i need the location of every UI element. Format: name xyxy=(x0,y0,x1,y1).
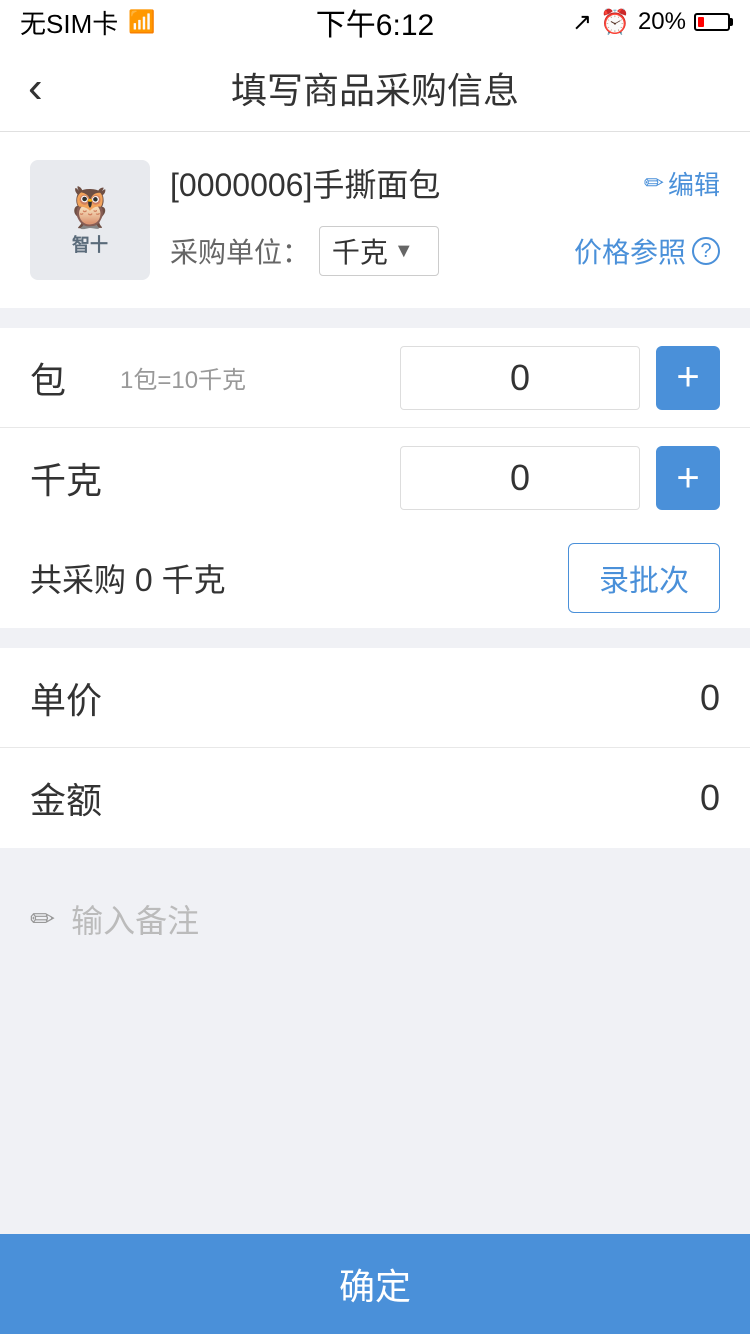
kg-input-row: 千克 0 + xyxy=(0,428,750,528)
product-full-name: [0000006]手撕面包 xyxy=(170,160,440,206)
amount-row: 金额 0 xyxy=(0,748,750,848)
status-bar-time: 下午6:12 xyxy=(316,0,434,44)
status-bar: 无SIM卡 📶 下午6:12 ↗ ⏰ 20% xyxy=(0,0,750,44)
page-title: 填写商品采购信息 xyxy=(231,62,519,114)
total-text-group: 共采购 0 千克 xyxy=(30,555,226,601)
battery-pct: 20% xyxy=(638,8,686,36)
kg-input-right: 0 + xyxy=(110,446,720,510)
unit-price-row: 单价 0 xyxy=(0,648,750,748)
notes-placeholder: 输入备注 xyxy=(71,896,199,942)
notes-section[interactable]: ✏ 输入备注 xyxy=(0,868,750,970)
unit-price-label: 单价 xyxy=(30,672,102,724)
status-bar-left: 无SIM卡 📶 xyxy=(20,4,156,41)
total-unit: 千克 xyxy=(162,562,226,598)
section-divider-3 xyxy=(0,848,750,868)
product-info: [0000006]手撕面包 ✏ 编辑 采购单位： 千克 ▼ 价格参照 xyxy=(170,160,720,276)
content-filler xyxy=(0,970,750,1234)
price-ref-button[interactable]: 价格参照 ? xyxy=(574,231,720,271)
unit-label-group: 采购单位： 千克 ▼ xyxy=(170,226,439,276)
input-section: 包 1包=10千克 0 + 千克 0 + xyxy=(0,328,750,528)
kg-number-input[interactable]: 0 xyxy=(400,446,640,510)
amount-value: 0 xyxy=(700,777,720,819)
unit-select[interactable]: 千克 ▼ xyxy=(319,226,439,276)
product-image: 🦉 智十 xyxy=(30,160,150,280)
bag-label: 包 xyxy=(30,352,110,404)
price-ref-help-icon: ? xyxy=(692,237,720,265)
bag-number-input[interactable]: 0 xyxy=(400,346,640,410)
price-section: 单价 0 金额 0 xyxy=(0,648,750,848)
edit-icon: ✏ xyxy=(644,169,664,198)
product-card: 🦉 智十 [0000006]手撕面包 ✏ 编辑 采购单位： 千克 ▼ xyxy=(0,132,750,308)
bag-plus-button[interactable]: + xyxy=(656,346,720,410)
product-logo-icon: 🦉 xyxy=(65,184,115,231)
unit-value: 千克 xyxy=(332,231,388,271)
nav-bar: ‹ 填写商品采购信息 xyxy=(0,44,750,132)
total-label: 共采购 0 千克 xyxy=(30,562,226,598)
price-ref-label: 价格参照 xyxy=(574,231,686,271)
carrier-text: 无SIM卡 xyxy=(20,4,118,41)
wifi-icon: 📶 xyxy=(128,9,155,35)
bag-value: 0 xyxy=(510,357,530,399)
dropdown-arrow-icon: ▼ xyxy=(394,240,414,263)
total-value: 0 xyxy=(135,562,153,598)
product-name-row: [0000006]手撕面包 ✏ 编辑 xyxy=(170,160,720,206)
kg-label: 千克 xyxy=(30,452,110,504)
bag-input-row: 包 1包=10千克 0 + xyxy=(0,328,750,428)
unit-price-value: 0 xyxy=(700,677,720,719)
confirm-button[interactable]: 确定 xyxy=(0,1234,750,1334)
edit-button[interactable]: ✏ 编辑 xyxy=(644,165,720,202)
alarm-icon: ⏰ xyxy=(600,8,630,37)
status-bar-right: ↗ ⏰ 20% xyxy=(572,8,730,37)
edit-label: 编辑 xyxy=(668,165,720,202)
pencil-icon: ✏ xyxy=(30,902,55,937)
kg-plus-button[interactable]: + xyxy=(656,446,720,510)
amount-label: 金额 xyxy=(30,772,102,824)
section-divider-1 xyxy=(0,308,750,328)
back-button[interactable]: ‹ xyxy=(28,66,43,110)
record-batch-button[interactable]: 录批次 xyxy=(568,543,720,613)
bag-sub-label: 1包=10千克 xyxy=(120,360,246,395)
section-divider-2 xyxy=(0,628,750,648)
battery-icon xyxy=(694,13,730,31)
total-section: 共采购 0 千克 录批次 xyxy=(0,528,750,628)
product-unit-row: 采购单位： 千克 ▼ 价格参照 ? xyxy=(170,226,720,276)
location-icon: ↗ xyxy=(572,8,592,37)
unit-label: 采购单位： xyxy=(170,237,310,268)
bag-input-right: 0 + xyxy=(246,346,720,410)
kg-value: 0 xyxy=(510,457,530,499)
